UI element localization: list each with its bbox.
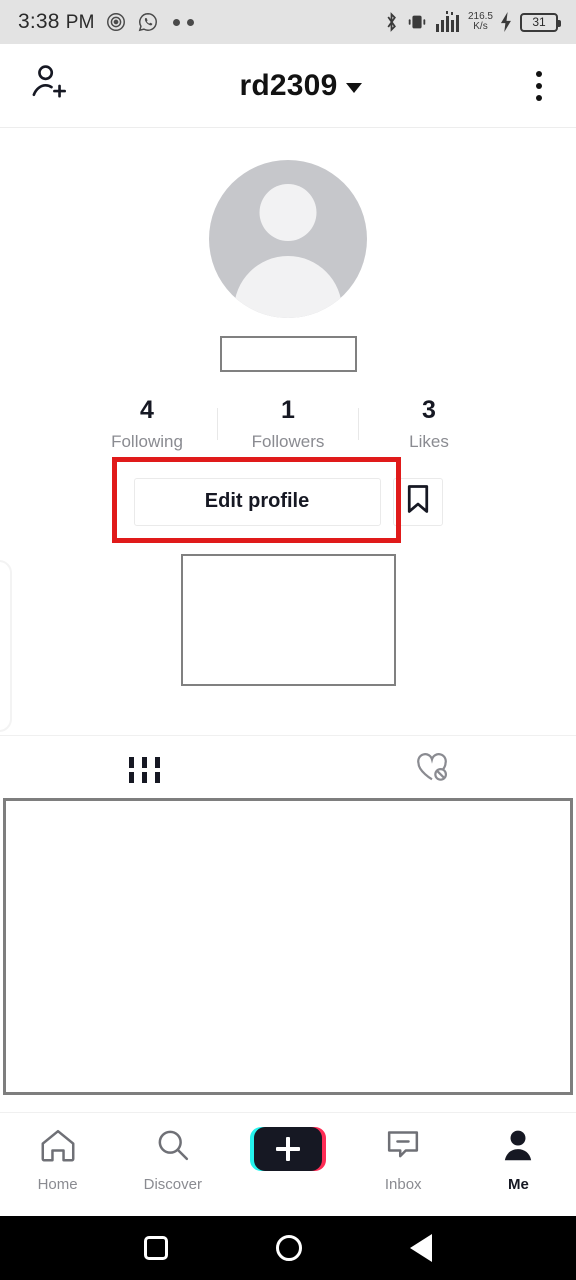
nav-item-discover[interactable]: Discover — [115, 1127, 230, 1193]
grid-posts-icon — [128, 756, 160, 783]
status-bar-clock: 3:38 PM — [18, 10, 95, 34]
stat-likes[interactable]: 3 Likes — [359, 396, 499, 452]
search-icon — [153, 1127, 193, 1168]
create-plus-icon[interactable] — [250, 1127, 326, 1171]
home-icon — [38, 1127, 78, 1168]
more-dots-icon — [172, 18, 194, 26]
tab-private-liked[interactable] — [288, 736, 576, 803]
whatsapp-icon — [137, 11, 159, 33]
stat-likes-value: 3 — [422, 396, 436, 424]
network-speed-unit: K/s — [473, 21, 488, 32]
private-liked-heart-icon — [414, 751, 450, 788]
app-header: rd2309 — [0, 44, 576, 128]
square-recents-icon[interactable] — [144, 1236, 168, 1260]
add-person-icon[interactable] — [28, 61, 72, 110]
status-bar-left: 3:38 PM — [18, 10, 194, 34]
stat-likes-label: Likes — [409, 431, 449, 451]
nav-item-home[interactable]: Home — [0, 1127, 115, 1193]
stat-following-label: Following — [111, 431, 183, 451]
clock-ampm: PM — [65, 12, 95, 33]
profile-title-text: rd2309 — [239, 68, 338, 102]
nav-item-me[interactable]: Me — [461, 1127, 576, 1193]
clock-time: 3:38 — [18, 10, 60, 33]
username-placeholder-box — [219, 336, 357, 372]
charging-bolt-icon — [500, 12, 513, 32]
stat-following-value: 4 — [140, 396, 154, 424]
android-navigation-bar — [0, 1216, 576, 1280]
edit-profile-wrapper: Edit profile — [111, 456, 401, 543]
plus-glyph — [276, 1137, 300, 1161]
nav-label-discover: Discover — [143, 1176, 202, 1193]
bio-placeholder-box — [180, 553, 396, 686]
bookmark-icon — [405, 484, 431, 519]
avatar-body — [234, 256, 342, 318]
nav-item-inbox[interactable]: Inbox — [346, 1127, 461, 1193]
profile-tabs — [0, 735, 576, 803]
profile-stats: 4 Following 1 Followers 3 Likes — [0, 396, 576, 452]
battery-indicator: 31 — [520, 12, 561, 32]
avatar-head — [259, 184, 317, 241]
nav-label-me: Me — [507, 1176, 529, 1193]
battery-level: 31 — [532, 15, 546, 29]
nav-label-home: Home — [37, 1176, 78, 1193]
nav-item-create[interactable] — [230, 1127, 345, 1179]
profile-actions: Edit profile — [0, 456, 576, 543]
vibrate-icon — [406, 12, 428, 32]
stat-following[interactable]: 4 Following — [77, 396, 217, 452]
stat-followers-label: Followers — [251, 431, 325, 451]
bluetooth-icon — [384, 11, 399, 33]
tab-posts[interactable] — [0, 736, 288, 803]
triangle-back-icon[interactable] — [410, 1234, 432, 1262]
status-bar: 3:38 PM 216.5 K/s 31 — [0, 0, 576, 44]
default-avatar-icon[interactable] — [209, 160, 367, 318]
inbox-icon — [383, 1127, 423, 1168]
avatar-container — [0, 160, 576, 318]
signal-bars-icon — [435, 11, 461, 33]
network-speed: 216.5 K/s — [468, 12, 493, 32]
bottom-navigation: Home Discover Inbox Me — [0, 1112, 576, 1216]
stat-followers[interactable]: 1 Followers — [218, 396, 358, 452]
kebab-menu-icon[interactable] — [530, 65, 548, 107]
caret-down-icon — [346, 82, 363, 93]
create-core — [254, 1127, 322, 1171]
status-bar-right: 216.5 K/s 31 — [384, 11, 561, 33]
circle-home-icon[interactable] — [276, 1235, 302, 1261]
phone-screen: 3:38 PM 216.5 K/s 31 rd2309 4 Following … — [0, 0, 576, 1280]
content-placeholder-box — [3, 798, 573, 1095]
profile-section: 4 Following 1 Followers 3 Likes Edit pro… — [0, 128, 576, 732]
music-app-icon — [105, 11, 127, 33]
bookmark-button[interactable] — [392, 477, 443, 526]
person-icon — [498, 1127, 538, 1168]
edit-profile-button[interactable]: Edit profile — [133, 477, 381, 526]
left-edge-ghost-panel — [0, 560, 12, 732]
profile-title[interactable]: rd2309 — [240, 69, 363, 103]
stat-followers-value: 1 — [281, 396, 295, 424]
nav-label-inbox: Inbox — [384, 1176, 422, 1193]
